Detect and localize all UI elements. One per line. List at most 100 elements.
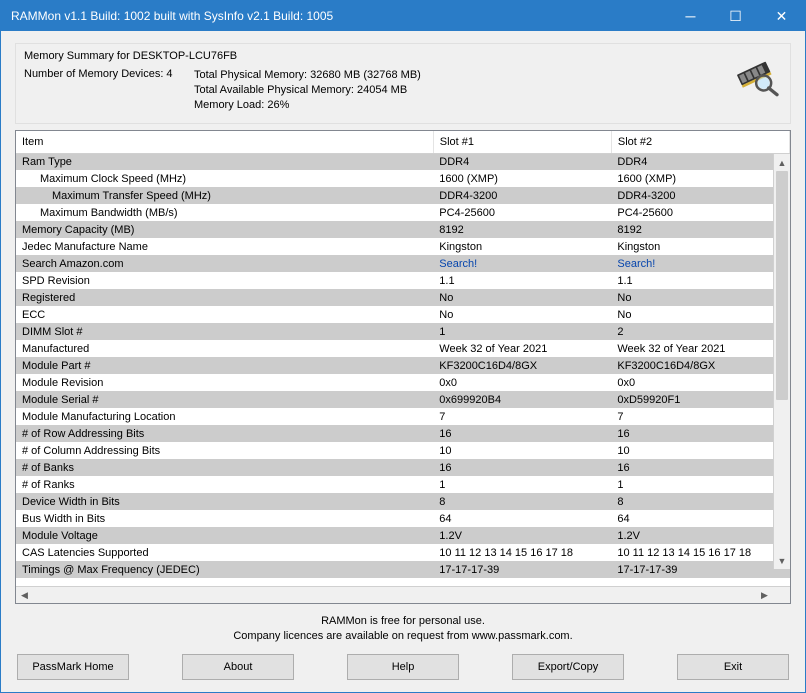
- row-slot1: 16: [433, 425, 611, 442]
- memory-details-grid: Item Slot #1 Slot #2 Ram TypeDDR4DDR4Max…: [15, 130, 791, 604]
- row-slot2: 1: [611, 476, 789, 493]
- table-row[interactable]: # of Row Addressing Bits1616: [16, 425, 790, 442]
- table-row[interactable]: # of Ranks11: [16, 476, 790, 493]
- vertical-scrollbar[interactable]: ▲ ▼: [773, 154, 790, 569]
- maximize-icon: ☐: [729, 8, 742, 25]
- table-row[interactable]: Memory Capacity (MB)81928192: [16, 221, 790, 238]
- row-slot2: 0xD59920F1: [611, 391, 789, 408]
- row-label: # of Banks: [16, 459, 433, 476]
- row-slot2[interactable]: Search!: [611, 255, 789, 272]
- close-button[interactable]: ✕: [758, 1, 805, 31]
- table-scroll-area[interactable]: Item Slot #1 Slot #2 Ram TypeDDR4DDR4Max…: [16, 131, 790, 586]
- table-row[interactable]: DIMM Slot #12: [16, 323, 790, 340]
- row-slot1: 17-17-17-39: [433, 561, 611, 578]
- row-label: Device Width in Bits: [16, 493, 433, 510]
- titlebar[interactable]: RAMMon v1.1 Build: 1002 built with SysIn…: [1, 1, 805, 31]
- main-window: RAMMon v1.1 Build: 1002 built with SysIn…: [0, 0, 806, 693]
- scroll-down-button[interactable]: ▼: [774, 552, 790, 569]
- row-label: Registered: [16, 289, 433, 306]
- summary-title: Memory Summary for DESKTOP-LCU76FB: [24, 50, 782, 62]
- row-slot1: KF3200C16D4/8GX: [433, 357, 611, 374]
- row-label: Module Serial #: [16, 391, 433, 408]
- minimize-button[interactable]: ─: [668, 1, 713, 31]
- button-row: PassMark Home About Help Export/Copy Exi…: [15, 650, 791, 682]
- col-item[interactable]: Item: [16, 131, 433, 153]
- table-row[interactable]: # of Column Addressing Bits1010: [16, 442, 790, 459]
- scroll-right-button[interactable]: ▶: [756, 587, 773, 603]
- footer-text: RAMMon is free for personal use. Company…: [15, 604, 791, 650]
- table-row[interactable]: Maximum Bandwidth (MB/s)PC4-25600PC4-256…: [16, 204, 790, 221]
- row-slot2: No: [611, 306, 789, 323]
- row-slot2: 7: [611, 408, 789, 425]
- table-row[interactable]: Ram TypeDDR4DDR4: [16, 153, 790, 170]
- row-slot2: 0x0: [611, 374, 789, 391]
- table-row[interactable]: # of Banks1616: [16, 459, 790, 476]
- export-copy-button[interactable]: Export/Copy: [512, 654, 624, 680]
- help-button[interactable]: Help: [347, 654, 459, 680]
- table-row[interactable]: Search Amazon.comSearch!Search!: [16, 255, 790, 272]
- table-row[interactable]: SPD Revision1.11.1: [16, 272, 790, 289]
- vscroll-thumb[interactable]: [776, 171, 788, 400]
- passmark-home-button[interactable]: PassMark Home: [17, 654, 129, 680]
- row-slot1: 10: [433, 442, 611, 459]
- row-label: SPD Revision: [16, 272, 433, 289]
- row-slot1: 16: [433, 459, 611, 476]
- row-slot2: 17-17-17-39: [611, 561, 789, 578]
- row-label: Module Part #: [16, 357, 433, 374]
- table-row[interactable]: Module Voltage1.2V1.2V: [16, 527, 790, 544]
- table-row[interactable]: Device Width in Bits88: [16, 493, 790, 510]
- col-slot2[interactable]: Slot #2: [611, 131, 789, 153]
- table-row[interactable]: CAS Latencies Supported10 11 12 13 14 15…: [16, 544, 790, 561]
- row-slot1: 1.1: [433, 272, 611, 289]
- hscroll-track[interactable]: [33, 587, 756, 603]
- table-row[interactable]: Maximum Transfer Speed (MHz)DDR4-3200DDR…: [16, 187, 790, 204]
- row-slot1[interactable]: Search!: [433, 255, 611, 272]
- row-slot2: 1.1: [611, 272, 789, 289]
- table-row[interactable]: Module Revision0x00x0: [16, 374, 790, 391]
- minimize-icon: ─: [686, 8, 696, 24]
- window-controls: ─ ☐ ✕: [668, 1, 805, 31]
- row-slot2: KF3200C16D4/8GX: [611, 357, 789, 374]
- table-row[interactable]: RegisteredNoNo: [16, 289, 790, 306]
- memory-summary-panel: Memory Summary for DESKTOP-LCU76FB Numbe…: [15, 43, 791, 124]
- scroll-left-button[interactable]: ◀: [16, 587, 33, 603]
- row-slot2: DDR4-3200: [611, 187, 789, 204]
- about-button[interactable]: About: [182, 654, 294, 680]
- row-slot1: DDR4-3200: [433, 187, 611, 204]
- exit-button[interactable]: Exit: [677, 654, 789, 680]
- col-slot1[interactable]: Slot #1: [433, 131, 611, 153]
- footer-line1: RAMMon is free for personal use.: [15, 614, 791, 629]
- vscroll-track[interactable]: [774, 171, 790, 552]
- content-area: Memory Summary for DESKTOP-LCU76FB Numbe…: [1, 31, 805, 692]
- memory-table: Item Slot #1 Slot #2 Ram TypeDDR4DDR4Max…: [16, 131, 790, 578]
- table-row[interactable]: ManufacturedWeek 32 of Year 2021Week 32 …: [16, 340, 790, 357]
- row-slot2: 16: [611, 425, 789, 442]
- table-row[interactable]: ECCNoNo: [16, 306, 790, 323]
- table-row[interactable]: Module Part #KF3200C16D4/8GXKF3200C16D4/…: [16, 357, 790, 374]
- horizontal-scrollbar[interactable]: ◀ ▶: [16, 586, 790, 603]
- row-slot1: 0x699920B4: [433, 391, 611, 408]
- row-label: Memory Capacity (MB): [16, 221, 433, 238]
- row-slot1: 7: [433, 408, 611, 425]
- scroll-up-button[interactable]: ▲: [774, 154, 790, 171]
- row-slot1: 8: [433, 493, 611, 510]
- row-label: Manufactured: [16, 340, 433, 357]
- row-label: CAS Latencies Supported: [16, 544, 433, 561]
- row-label: Search Amazon.com: [16, 255, 433, 272]
- row-label: DIMM Slot #: [16, 323, 433, 340]
- row-slot2: 1600 (XMP): [611, 170, 789, 187]
- table-row[interactable]: Maximum Clock Speed (MHz)1600 (XMP)1600 …: [16, 170, 790, 187]
- row-label: Module Voltage: [16, 527, 433, 544]
- row-label: # of Row Addressing Bits: [16, 425, 433, 442]
- ram-inspect-icon: [732, 58, 782, 98]
- table-row[interactable]: Timings @ Max Frequency (JEDEC)17-17-17-…: [16, 561, 790, 578]
- table-row[interactable]: Module Serial #0x699920B40xD59920F1: [16, 391, 790, 408]
- table-row[interactable]: Module Manufacturing Location77: [16, 408, 790, 425]
- row-slot1: 1: [433, 323, 611, 340]
- row-slot2: 16: [611, 459, 789, 476]
- row-slot1: 64: [433, 510, 611, 527]
- row-slot1: PC4-25600: [433, 204, 611, 221]
- maximize-button[interactable]: ☐: [713, 1, 758, 31]
- table-row[interactable]: Jedec Manufacture NameKingstonKingston: [16, 238, 790, 255]
- table-row[interactable]: Bus Width in Bits6464: [16, 510, 790, 527]
